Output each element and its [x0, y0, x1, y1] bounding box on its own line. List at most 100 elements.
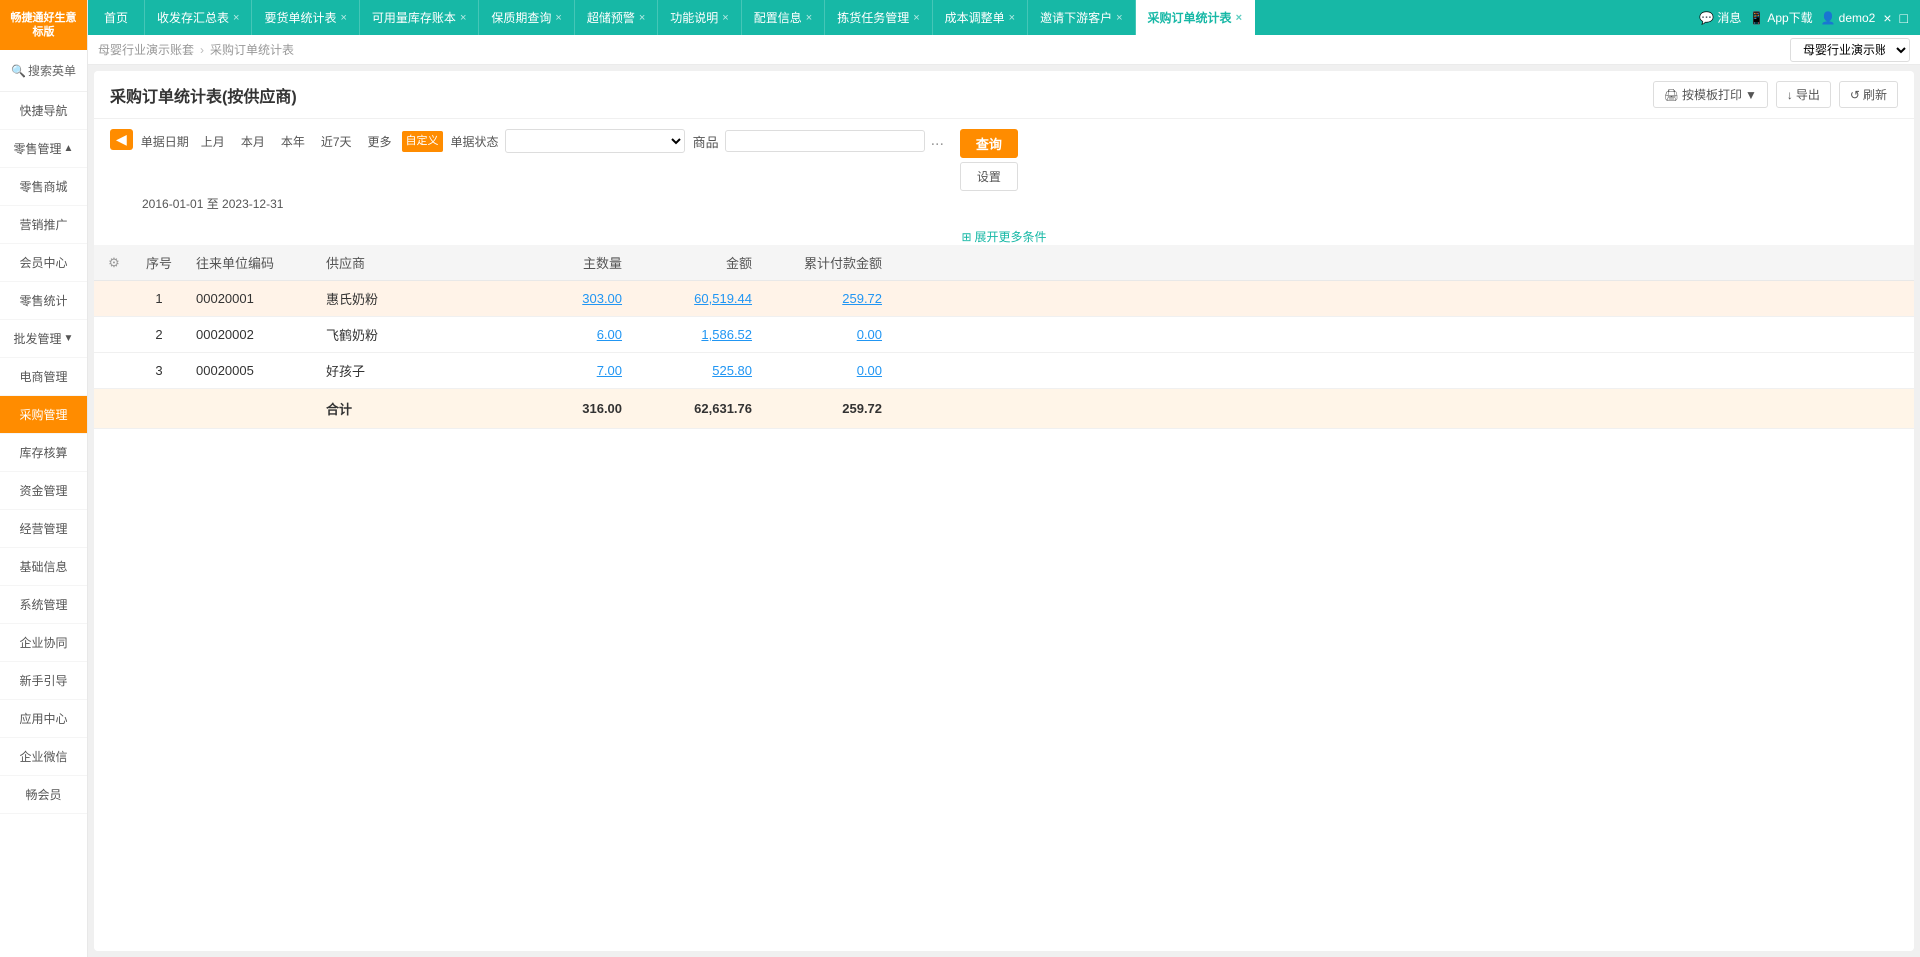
tab-cost-adjust[interactable]: 成本调整单 ×: [933, 0, 1028, 35]
gear-icon[interactable]: ⚙: [108, 255, 120, 270]
tab-purchase-summary[interactable]: 采购订单统计表 ×: [1136, 0, 1255, 35]
tab-function-desc-label: 功能说明: [670, 9, 718, 26]
sidebar-vip-label: 畅会员: [25, 788, 61, 802]
sidebar-item-finance[interactable]: 资金管理: [0, 472, 87, 510]
date-shortcut-last-month[interactable]: 上月: [195, 131, 231, 152]
search-button[interactable]: 🔍 搜索英单: [6, 58, 81, 83]
settings-button[interactable]: 设置: [960, 162, 1018, 191]
sidebar-item-basic-info[interactable]: 基础信息: [0, 548, 87, 586]
tab-goods-summary[interactable]: 要货单统计表 ×: [252, 0, 359, 35]
query-button[interactable]: 查询: [960, 129, 1018, 158]
tab-home[interactable]: 首页: [88, 0, 145, 35]
tab-validity[interactable]: 保质期查询 ×: [479, 0, 574, 35]
store-name-bar: 母婴行业演示账套 › 采购订单统计表 母婴行业演示账套: [88, 35, 1920, 65]
close-icon[interactable]: ×: [806, 12, 812, 24]
tab-pick-task[interactable]: 拣货任务管理 ×: [825, 0, 932, 35]
sidebar-item-system[interactable]: 系统管理: [0, 586, 87, 624]
expand-more-button[interactable]: ⊞ 展开更多条件: [961, 228, 1046, 245]
sidebar-system-label: 系统管理: [19, 598, 67, 612]
store-select[interactable]: 母婴行业演示账套: [1790, 38, 1910, 62]
sidebar-item-newbie[interactable]: 新手引导: [0, 662, 87, 700]
close-icon[interactable]: ×: [555, 12, 561, 24]
expand-more-label: 展开更多条件: [975, 228, 1047, 245]
table-footer: 合计 316.00 62,631.76 259.72: [94, 389, 1914, 429]
export-button[interactable]: ↓ 导出: [1776, 81, 1831, 108]
close-icon[interactable]: ×: [1009, 12, 1015, 24]
date-shortcut-7days[interactable]: 近7天: [315, 131, 358, 152]
sidebar-item-retail-mgmt[interactable]: 零售管理 ▲: [0, 130, 87, 168]
date-shortcut-this-year[interactable]: 本年: [275, 131, 311, 152]
sidebar-item-inventory[interactable]: 库存核算: [0, 434, 87, 472]
close-icon[interactable]: ×: [639, 12, 645, 24]
close-icon[interactable]: ×: [1236, 12, 1242, 24]
sidebar-item-operations[interactable]: 经营管理: [0, 510, 87, 548]
row-settings-cell: [94, 353, 134, 389]
user-avatar[interactable]: 👤 demo2: [1821, 11, 1876, 25]
sidebar-item-enterprise[interactable]: 企业协同: [0, 624, 87, 662]
filter-collapse-button[interactable]: ◀: [110, 129, 133, 150]
close-icon[interactable]: ×: [913, 12, 919, 24]
close-icon[interactable]: ×: [722, 12, 728, 24]
sidebar-newbie-label: 新手引导: [19, 674, 67, 688]
sidebar-item-corp-wechat[interactable]: 企业微信: [0, 738, 87, 776]
sidebar-item-batch-mgmt[interactable]: 批发管理 ▼: [0, 320, 87, 358]
custom-tag: 自定义: [402, 131, 443, 152]
tab-usable-inventory[interactable]: 可用量库存账本 ×: [360, 0, 479, 35]
window-close-icon[interactable]: ×: [1883, 10, 1891, 26]
close-icon[interactable]: ×: [1116, 12, 1122, 24]
close-icon[interactable]: ×: [460, 12, 466, 24]
sidebar-item-ecommerce[interactable]: 电商管理: [0, 358, 87, 396]
status-select[interactable]: [505, 129, 685, 153]
top-navigation-bar: 首页 收发存汇总表 × 要货单统计表 × 可用量库存账本 × 保质期查询 × 超…: [88, 0, 1920, 35]
row-paid[interactable]: 0.00: [764, 317, 894, 353]
sidebar-search[interactable]: 🔍 搜索英单: [0, 50, 87, 92]
row-amount[interactable]: 60,519.44: [634, 281, 764, 317]
sidebar-item-retail-store[interactable]: 零售商城: [0, 168, 87, 206]
row-paid[interactable]: 0.00: [764, 353, 894, 389]
tab-config-info[interactable]: 配置信息 ×: [742, 0, 825, 35]
sidebar-item-shortcut[interactable]: 快捷导航: [0, 92, 87, 130]
tab-invite-downstream[interactable]: 邀请下游客户 ×: [1028, 0, 1135, 35]
tab-collect-summary[interactable]: 收发存汇总表 ×: [145, 0, 252, 35]
row-supplier: 飞鹤奶粉: [314, 317, 514, 353]
sidebar-item-retail-stats[interactable]: 零售统计: [0, 282, 87, 320]
sidebar-item-app-center[interactable]: 应用中心: [0, 700, 87, 738]
row-amount[interactable]: 525.80: [634, 353, 764, 389]
sidebar-item-member[interactable]: 会员中心: [0, 244, 87, 282]
app-download-button[interactable]: 📱 App下载: [1749, 9, 1812, 26]
row-amount[interactable]: 1,586.52: [634, 317, 764, 353]
sidebar-item-purchase-mgmt[interactable]: 采购管理: [0, 396, 87, 434]
row-paid[interactable]: 259.72: [764, 281, 894, 317]
expand-icon: ⊞: [961, 230, 971, 244]
sidebar-item-marketing[interactable]: 营销推广: [0, 206, 87, 244]
sidebar: 畅捷通好生意 标版 🔍 搜索英单 快捷导航 零售管理 ▲ 零售商城 营销推广 会…: [0, 0, 88, 957]
template-print-button[interactable]: 🖨 按模板打印 ▼: [1653, 81, 1768, 108]
close-icon[interactable]: ×: [233, 12, 239, 24]
sidebar-shortcut-label: 快捷导航: [19, 104, 67, 118]
tab-function-desc[interactable]: 功能说明 ×: [658, 0, 741, 35]
tab-overstock[interactable]: 超储预警 ×: [575, 0, 658, 35]
tab-list: 首页 收发存汇总表 × 要货单统计表 × 可用量库存账本 × 保质期查询 × 超…: [88, 0, 1687, 35]
export-icon: ↓: [1787, 88, 1793, 102]
main-area: 首页 收发存汇总表 × 要货单统计表 × 可用量库存账本 × 保质期查询 × 超…: [88, 0, 1920, 957]
footer-code-cell: [184, 389, 314, 429]
table-row: 1 00020001 惠氏奶粉 303.00 60,519.44 259.72: [94, 281, 1914, 317]
message-label: 消息: [1717, 9, 1741, 26]
store-name: 母婴行业演示账套: [98, 41, 194, 58]
refresh-button[interactable]: ↺ 刷新: [1839, 81, 1898, 108]
date-filter-group: 单据日期 上月 本月 本年 近7天 更多 自定义: [141, 131, 443, 152]
date-shortcut-more[interactable]: 更多: [362, 131, 398, 152]
window-maximize-icon[interactable]: □: [1900, 10, 1908, 26]
sidebar-item-vip[interactable]: 畅会员: [0, 776, 87, 814]
date-shortcut-this-month[interactable]: 本月: [235, 131, 271, 152]
more-options-icon[interactable]: ...: [931, 132, 944, 150]
tab-validity-label: 保质期查询: [491, 9, 551, 26]
row-qty[interactable]: 6.00: [514, 317, 634, 353]
table-col-settings: ⚙: [94, 245, 134, 281]
close-icon[interactable]: ×: [340, 12, 346, 24]
product-input[interactable]: [725, 130, 925, 152]
row-qty[interactable]: 303.00: [514, 281, 634, 317]
row-qty[interactable]: 7.00: [514, 353, 634, 389]
chevron-down-icon-batch: ▼: [64, 333, 74, 344]
message-button[interactable]: 💬 消息: [1699, 9, 1741, 26]
